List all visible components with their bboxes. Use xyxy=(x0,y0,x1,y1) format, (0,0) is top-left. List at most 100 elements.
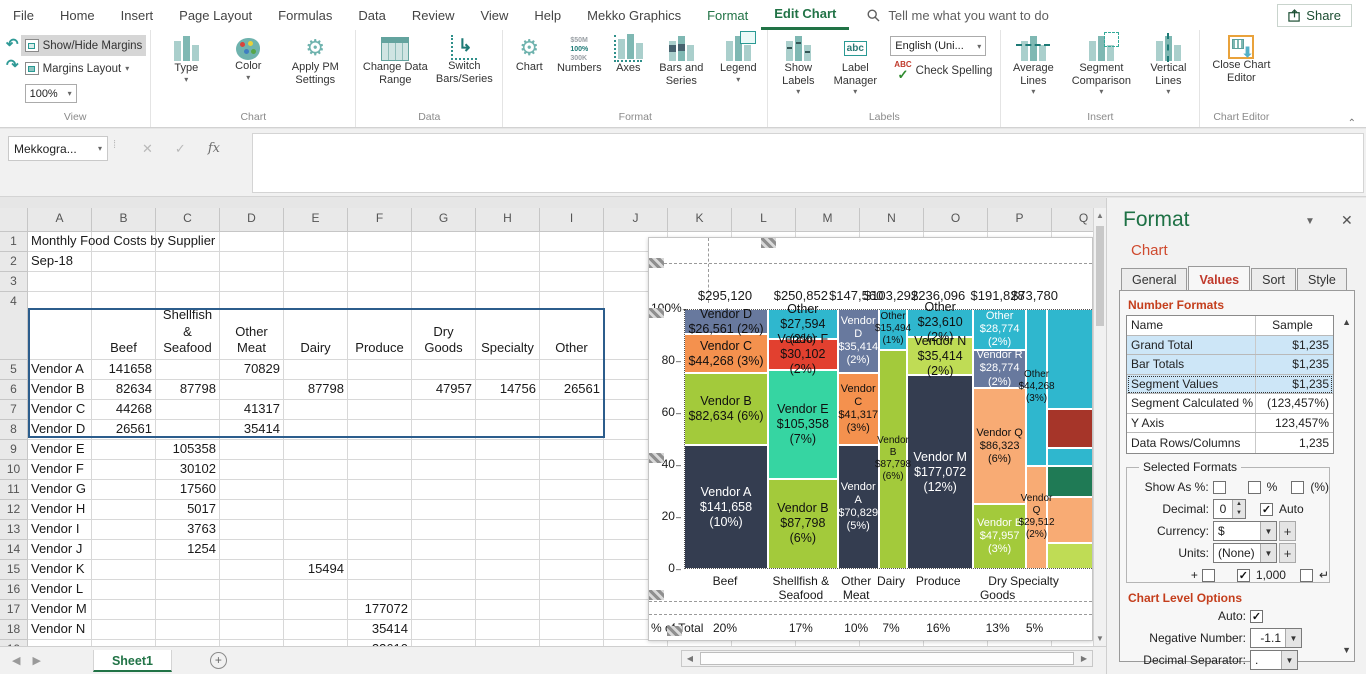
row-header-14[interactable]: 14 xyxy=(0,540,28,560)
mekko-chart-editor-window[interactable]: $295,120 $250,852 $147,560 $103,292 $236,096… xyxy=(648,237,1093,641)
cell[interactable]: Specialty xyxy=(476,292,540,360)
scroll-up-icon[interactable]: ▲ xyxy=(1094,208,1106,223)
column-header-A[interactable]: A xyxy=(28,208,92,232)
cell[interactable]: 35414 xyxy=(348,620,412,640)
cell[interactable] xyxy=(348,252,412,272)
cell[interactable]: Vendor M xyxy=(28,600,92,620)
tab-insert[interactable]: Insert xyxy=(108,0,167,30)
row-header-4[interactable]: 4 xyxy=(0,292,28,360)
cell[interactable] xyxy=(412,272,476,292)
cell[interactable]: 1254 xyxy=(156,540,220,560)
cell[interactable] xyxy=(92,580,156,600)
cell[interactable] xyxy=(92,620,156,640)
vertical-lines-button[interactable]: Vertical Lines ▾ xyxy=(1141,32,1195,96)
legend-button[interactable]: Legend ▾ xyxy=(713,31,763,84)
row-header-9[interactable]: 9 xyxy=(0,440,28,460)
insert-function-icon[interactable]: fx xyxy=(208,141,220,156)
cell[interactable] xyxy=(540,540,604,560)
row-header-17[interactable]: 17 xyxy=(0,600,28,620)
row-header-16[interactable]: 16 xyxy=(0,580,28,600)
cell[interactable] xyxy=(540,560,604,580)
tab-edit-chart[interactable]: Edit Chart xyxy=(761,0,850,30)
row-header-7[interactable]: 7 xyxy=(0,400,28,420)
formula-input[interactable] xyxy=(252,133,1364,193)
cell[interactable]: Vendor D xyxy=(28,420,92,440)
column-header-J[interactable]: J xyxy=(604,208,668,232)
row-header-10[interactable]: 10 xyxy=(0,460,28,480)
cell[interactable] xyxy=(412,540,476,560)
mekko-segment[interactable]: Vendor B $82,634 (6%) xyxy=(685,371,767,445)
negative-number-select[interactable]: -1.1 ▼ xyxy=(1250,628,1302,648)
tab-format[interactable]: Format xyxy=(694,0,761,30)
cell[interactable]: 26561 xyxy=(540,380,604,400)
cell[interactable] xyxy=(284,272,348,292)
cell[interactable]: 177072 xyxy=(348,600,412,620)
mekko-segment[interactable]: Vendor E $105,358 (7%) xyxy=(769,369,837,478)
cell[interactable] xyxy=(92,460,156,480)
format-numbers-button[interactable]: $50M 100% 300K Numbers xyxy=(551,32,607,75)
cell[interactable]: 17560 xyxy=(156,480,220,500)
cell[interactable] xyxy=(156,272,220,292)
type-button[interactable]: Type ▾ xyxy=(155,32,217,84)
next-sheet-icon[interactable]: ▶ xyxy=(32,654,52,667)
prev-sheet-icon[interactable]: ◀ xyxy=(0,654,32,667)
units-dropdown-icon[interactable]: ▼ xyxy=(1260,544,1276,562)
format-chart-button[interactable]: ⚙ Chart xyxy=(507,32,551,74)
scroll-right-icon[interactable]: ▶ xyxy=(1076,654,1092,663)
row-header-12[interactable]: 12 xyxy=(0,500,28,520)
cell[interactable]: Vendor F xyxy=(28,460,92,480)
cell[interactable]: Vendor K xyxy=(28,560,92,580)
cell[interactable] xyxy=(476,252,540,272)
cell[interactable] xyxy=(476,560,540,580)
margin-handle[interactable] xyxy=(649,308,664,318)
tab-help[interactable]: Help xyxy=(521,0,574,30)
cell[interactable]: Vendor J xyxy=(28,540,92,560)
cell[interactable] xyxy=(156,620,220,640)
cell[interactable] xyxy=(412,500,476,520)
row-header-2[interactable]: 2 xyxy=(0,252,28,272)
cell[interactable] xyxy=(348,400,412,420)
cell[interactable]: Beef xyxy=(92,292,156,360)
currency-select[interactable]: $ ▼ xyxy=(1213,521,1277,541)
panel-scroll-up-icon[interactable]: ▲ xyxy=(1342,317,1351,327)
column-header-I[interactable]: I xyxy=(540,208,604,232)
cell[interactable] xyxy=(220,580,284,600)
cell[interactable] xyxy=(412,252,476,272)
cell[interactable] xyxy=(540,480,604,500)
column-header-E[interactable]: E xyxy=(284,208,348,232)
column-header-P[interactable]: P xyxy=(988,208,1052,232)
cell[interactable] xyxy=(540,600,604,620)
column-header-M[interactable]: M xyxy=(796,208,860,232)
chart-auto-checkbox[interactable]: ✓ xyxy=(1250,609,1263,623)
panel-tab-values[interactable]: Values xyxy=(1188,266,1251,291)
cell[interactable] xyxy=(28,292,92,360)
mekko-segment[interactable]: Vendor A $70,829 (5%) xyxy=(838,444,878,568)
cell[interactable]: 87798 xyxy=(156,380,220,400)
cell[interactable] xyxy=(284,480,348,500)
cell[interactable]: 44268 xyxy=(92,400,156,420)
cell[interactable] xyxy=(476,500,540,520)
plus-sign-checkbox[interactable] xyxy=(1201,568,1215,582)
cell[interactable]: 82634 xyxy=(92,380,156,400)
cell[interactable] xyxy=(284,540,348,560)
row-header-18[interactable]: 18 xyxy=(0,620,28,640)
cell[interactable] xyxy=(156,400,220,420)
margin-handle[interactable] xyxy=(649,258,664,268)
apply-pm-settings-button[interactable]: ⚙ Apply PM Settings xyxy=(279,32,351,86)
cell[interactable]: 3763 xyxy=(156,520,220,540)
mekko-segment[interactable]: Vendor N $35,414 (2%) xyxy=(908,334,972,378)
cell[interactable]: Vendor B xyxy=(28,380,92,400)
cell[interactable] xyxy=(476,480,540,500)
average-lines-button[interactable]: Average Lines ▾ xyxy=(1005,32,1061,96)
cell[interactable] xyxy=(284,600,348,620)
enter-icon[interactable]: ✓ xyxy=(175,141,186,157)
cell[interactable] xyxy=(540,520,604,540)
cancel-icon[interactable]: ✕ xyxy=(142,141,153,157)
column-header-Q[interactable]: Q xyxy=(1052,208,1093,232)
cell[interactable] xyxy=(156,252,220,272)
cell[interactable] xyxy=(28,272,92,292)
spin-down-icon[interactable]: ▼ xyxy=(1233,509,1245,518)
decimal-separator-select[interactable]: . ▼ xyxy=(1250,650,1298,670)
cell[interactable] xyxy=(476,520,540,540)
row-header-1[interactable]: 1 xyxy=(0,232,28,252)
